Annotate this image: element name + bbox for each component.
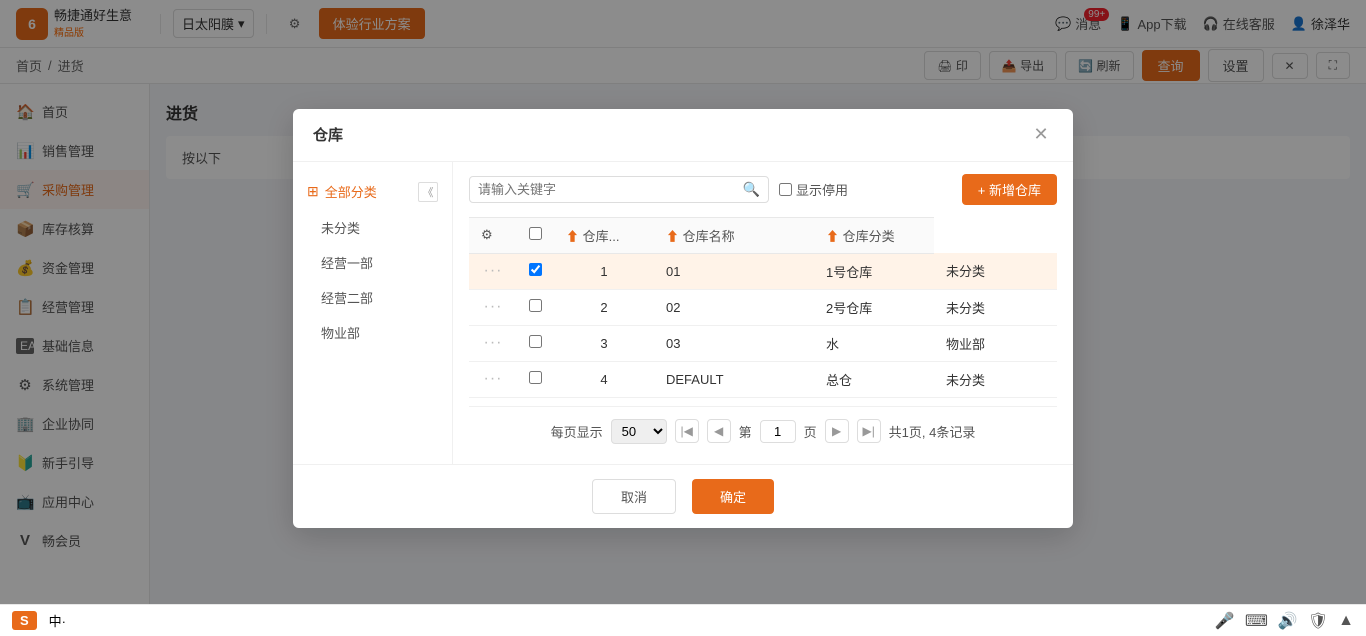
row-checkbox[interactable]: [529, 335, 542, 348]
col-header-code: ⬆ 仓库...: [554, 217, 654, 253]
cancel-button[interactable]: 取消: [592, 479, 676, 514]
page-number-input[interactable]: [760, 420, 796, 443]
row-gear-cell: ···: [469, 289, 517, 325]
modal-search-box[interactable]: 🔍: [469, 176, 769, 203]
col-type-label: 仓库分类: [843, 229, 895, 244]
first-page-button[interactable]: |◀: [675, 419, 699, 443]
row-type-cell: 未分类: [934, 289, 1057, 325]
row-checkbox[interactable]: [529, 371, 542, 384]
row-gear-cell: ···: [469, 325, 517, 361]
row-gear-cell: ···: [469, 253, 517, 289]
confirm-button[interactable]: 确定: [692, 479, 774, 514]
row-code-cell: DEFAULT: [654, 361, 814, 397]
row-check-cell: [517, 289, 554, 325]
modal-title: 仓库: [313, 124, 343, 145]
table-row[interactable]: ··· 1 01 1号仓库 未分类: [469, 253, 1057, 289]
mic-icon[interactable]: 🎤: [1215, 611, 1235, 631]
modal-toolbar: 🔍 显示停用 + 新增仓库: [469, 174, 1057, 205]
sort-icon3: ⬆: [826, 229, 839, 244]
per-page-label: 每页显示: [551, 422, 603, 441]
more-icon[interactable]: ▲: [1338, 612, 1354, 630]
select-all-checkbox[interactable]: [529, 227, 542, 240]
modal-main-content: 🔍 显示停用 + 新增仓库 ⚙: [453, 162, 1073, 464]
row-type-cell: 未分类: [934, 361, 1057, 397]
last-page-button[interactable]: ▶|: [857, 419, 881, 443]
row-gear-cell: ···: [469, 361, 517, 397]
show-disabled-checkbox[interactable]: [779, 183, 792, 196]
modal-sidebar-item-property[interactable]: 物业部: [293, 315, 452, 350]
modal-close-button[interactable]: ✕: [1029, 123, 1053, 147]
row-name-cell: 2号仓库: [814, 289, 934, 325]
volume-icon[interactable]: 🔊: [1278, 611, 1298, 631]
warehouse-modal: 仓库 ✕ ⊞ 全部分类 《 未分类 经营一部 经营二部: [293, 109, 1073, 528]
row-more-icon[interactable]: ···: [484, 370, 503, 387]
table-container: ⚙ ⬆ 仓库... ⬆: [469, 217, 1057, 398]
modal-sidebar-item-uncategorized[interactable]: 未分类: [293, 210, 452, 245]
bottom-text: 中·: [49, 611, 66, 630]
show-disabled-text: 显示停用: [796, 180, 848, 199]
keyboard-icon[interactable]: ⌨: [1245, 611, 1268, 631]
bottom-icons: 🎤 ⌨ 🔊 🛡 ▲: [1215, 611, 1354, 631]
col-code-label: 仓库...: [583, 229, 620, 244]
modal-pagination: 每页显示 50 20 100 |◀ ◀ 第 页 ▶ ▶| 共1页, 4条记录: [469, 406, 1057, 452]
add-warehouse-button[interactable]: + 新增仓库: [962, 174, 1057, 205]
sidebar-collapse-button[interactable]: 《: [418, 182, 438, 202]
row-name-cell: 1号仓库: [814, 253, 934, 289]
row-name-cell: 总仓: [814, 361, 934, 397]
row-no-cell: 3: [554, 325, 654, 361]
row-name-cell: 水: [814, 325, 934, 361]
gear-icon[interactable]: ⚙: [481, 227, 493, 242]
page-suffix: 页: [804, 422, 817, 441]
row-check-cell: [517, 253, 554, 289]
row-more-icon[interactable]: ···: [484, 262, 503, 279]
total-info: 共1页, 4条记录: [889, 422, 976, 441]
col-header-type: ⬆ 仓库分类: [814, 217, 934, 253]
modal-footer: 取消 确定: [293, 464, 1073, 528]
prev-page-button[interactable]: ◀: [707, 419, 731, 443]
modal-header: 仓库 ✕: [293, 109, 1073, 162]
row-more-icon[interactable]: ···: [484, 298, 503, 315]
row-checkbox[interactable]: [529, 263, 542, 276]
col-name-label: 仓库名称: [683, 229, 735, 244]
modal-sidebar-all-category[interactable]: ⊞ 全部分类 《: [293, 174, 452, 210]
table-row[interactable]: ··· 4 DEFAULT 总仓 未分类: [469, 361, 1057, 397]
grid-icon: ⊞: [307, 183, 319, 200]
modal-body: ⊞ 全部分类 《 未分类 经营一部 经营二部 物业部: [293, 162, 1073, 464]
row-type-cell: 未分类: [934, 253, 1057, 289]
row-type-cell: 物业部: [934, 325, 1057, 361]
show-disabled-label[interactable]: 显示停用: [779, 180, 848, 199]
col-header-gear: ⚙: [469, 217, 517, 253]
bottom-logo: S: [12, 611, 37, 630]
search-input[interactable]: [478, 182, 743, 197]
row-no-cell: 2: [554, 289, 654, 325]
warehouse-table: ⚙ ⬆ 仓库... ⬆: [469, 217, 1057, 398]
table-row[interactable]: ··· 2 02 2号仓库 未分类: [469, 289, 1057, 325]
sort-icon: ⬆: [566, 229, 579, 244]
bottom-bar: S 中· 🎤 ⌨ 🔊 🛡 ▲: [0, 604, 1366, 636]
row-code-cell: 02: [654, 289, 814, 325]
all-category-label: 全部分类: [325, 182, 377, 201]
sort-icon2: ⬆: [666, 229, 679, 244]
row-code-cell: 03: [654, 325, 814, 361]
modal-sidebar: ⊞ 全部分类 《 未分类 经营一部 经营二部 物业部: [293, 162, 453, 464]
table-header-row: ⚙ ⬆ 仓库... ⬆: [469, 217, 1057, 253]
page-label: 第: [739, 422, 752, 441]
row-code-cell: 01: [654, 253, 814, 289]
col-header-name: ⬆ 仓库名称: [654, 217, 814, 253]
row-no-cell: 1: [554, 253, 654, 289]
row-no-cell: 4: [554, 361, 654, 397]
per-page-select[interactable]: 50 20 100: [611, 419, 667, 444]
next-page-button[interactable]: ▶: [825, 419, 849, 443]
col-header-check: [517, 217, 554, 253]
row-check-cell: [517, 361, 554, 397]
modal-overlay[interactable]: 仓库 ✕ ⊞ 全部分类 《 未分类 经营一部 经营二部: [0, 0, 1366, 636]
row-more-icon[interactable]: ···: [484, 334, 503, 351]
row-checkbox[interactable]: [529, 299, 542, 312]
modal-sidebar-item-ops2[interactable]: 经营二部: [293, 280, 452, 315]
table-row[interactable]: ··· 3 03 水 物业部: [469, 325, 1057, 361]
row-check-cell: [517, 325, 554, 361]
search-icon[interactable]: 🔍: [743, 181, 760, 198]
modal-sidebar-item-ops1[interactable]: 经营一部: [293, 245, 452, 280]
shield-icon[interactable]: 🛡: [1308, 611, 1328, 631]
